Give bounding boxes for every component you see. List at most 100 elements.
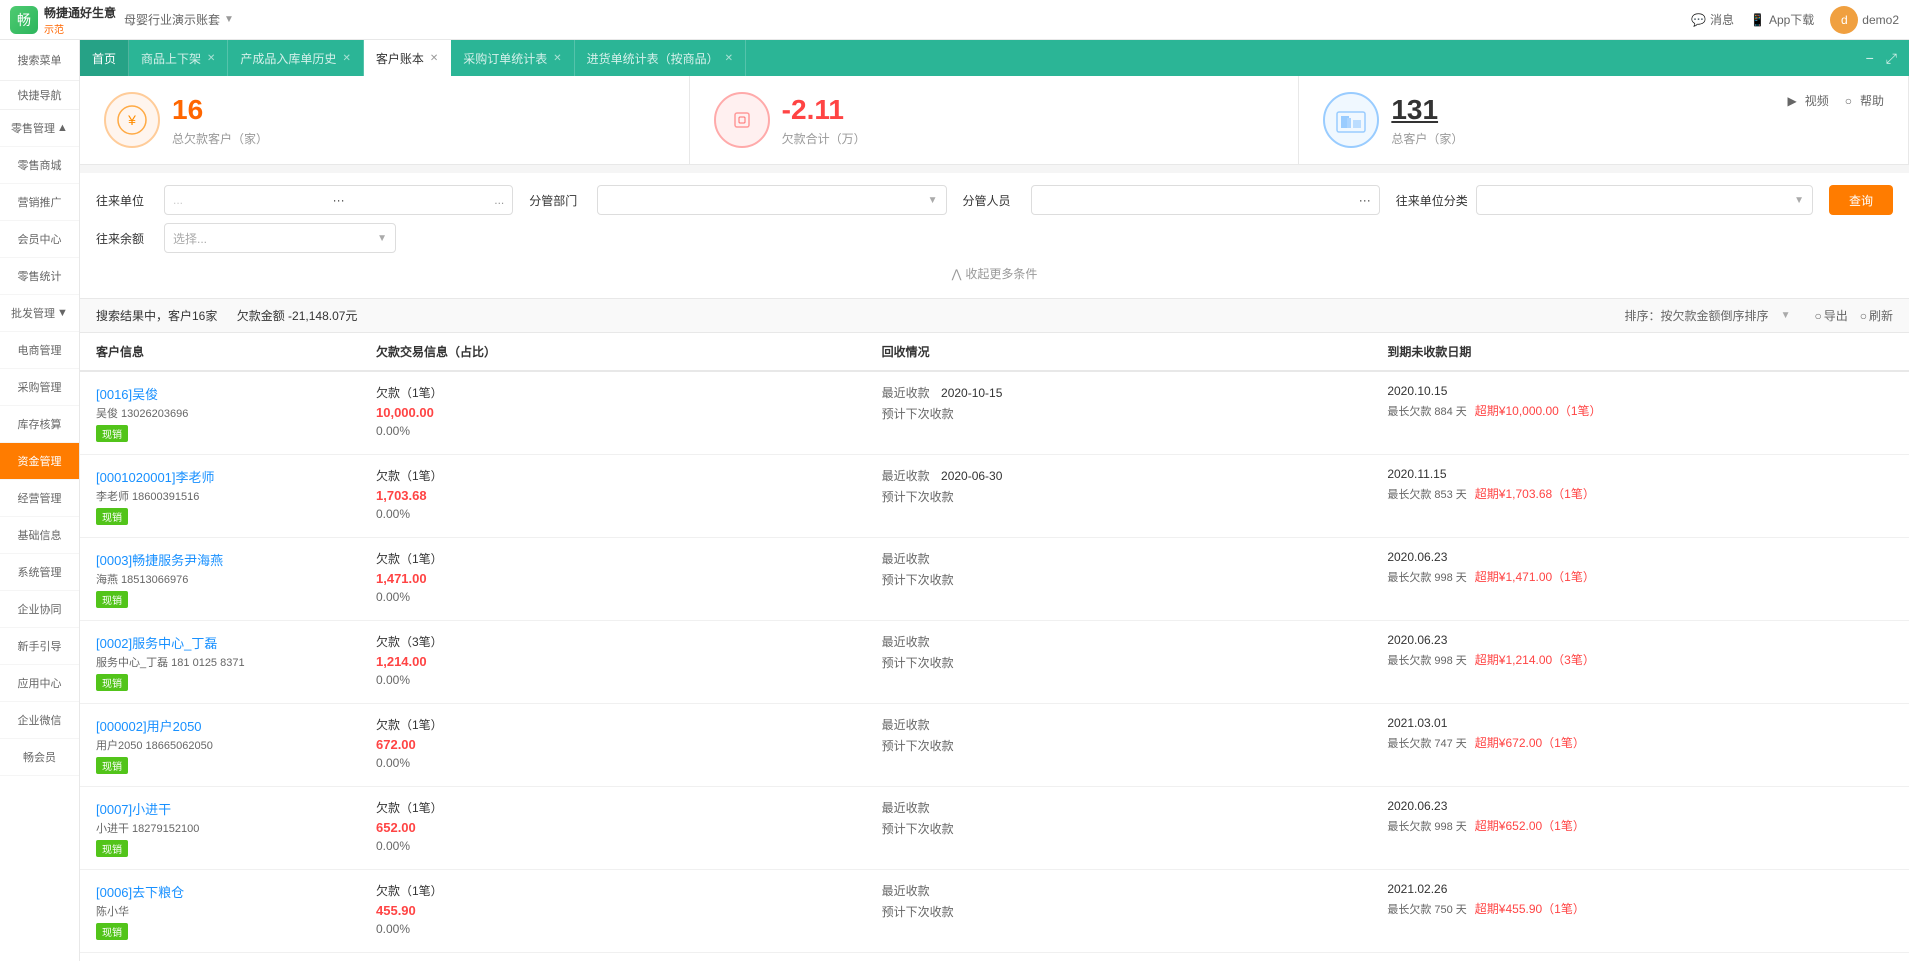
sidebar-item-retail-stats[interactable]: 零售统计 — [0, 258, 79, 295]
filter-unit-category: 往来单位分类 ▼ — [1396, 185, 1813, 215]
tab-purchase-stats-product[interactable]: 进货单统计表（按商品） ✕ — [575, 40, 746, 76]
sidebar-item-app-center[interactable]: 应用中心 — [0, 665, 79, 702]
customer-name-0[interactable]: [0016]吴俊 — [96, 384, 376, 403]
col-header-debt-info: 欠款交易信息（占比） — [376, 343, 882, 360]
sidebar-item-system[interactable]: 系统管理 — [0, 554, 79, 591]
customer-name-3[interactable]: [0002]服务中心_丁磊 — [96, 633, 376, 652]
tab-home[interactable]: 首页 — [80, 40, 129, 76]
sidebar-search-area: 搜索菜单 — [0, 40, 79, 81]
customer-name-2[interactable]: [0003]畅捷服务尹海燕 — [96, 550, 376, 569]
sidebar-item-label: 新手引导 — [18, 641, 62, 653]
balance-select[interactable]: 选择... ▼ — [164, 223, 396, 253]
last-collect-date-1: 2020-06-30 — [941, 469, 1002, 483]
sidebar-quick-nav[interactable]: 快捷导航 — [0, 81, 79, 110]
debt-label-0: 欠款（1笔） — [376, 384, 882, 401]
overdue-link-1[interactable]: 超期¥1,703.68（1笔） — [1475, 485, 1595, 502]
debt-amount-1[interactable]: 1,703.68 — [376, 488, 882, 503]
customer-name-1[interactable]: [0001020001]李老师 — [96, 467, 376, 486]
last-collect-label-6: 最近收款 — [882, 882, 1388, 899]
sidebar-item-collaboration[interactable]: 企业协同 — [0, 591, 79, 628]
collect-info-4: 最近收款 预计下次收款 — [882, 716, 1388, 754]
customer-name-5[interactable]: [0007]小进干 — [96, 799, 376, 818]
dept-select[interactable]: ▼ — [597, 185, 946, 215]
overdue-link-2[interactable]: 超期¥1,471.00（1笔） — [1475, 568, 1595, 585]
debt-percent-3: 0.00% — [376, 673, 882, 687]
due-date-3: 2020.06.23 — [1387, 633, 1893, 647]
tab-close-icon[interactable]: ✕ — [725, 53, 733, 64]
message-button[interactable]: 💬 消息 — [1691, 11, 1734, 28]
source-unit-input[interactable]: ... ··· — [164, 185, 513, 215]
stat-total-customers-label: 总客户（家） — [1391, 130, 1463, 147]
tab-product-history[interactable]: 产成品入库单历史 ✕ — [228, 40, 363, 76]
stat-debt-customers-label: 总欠款客户（家） — [172, 130, 268, 147]
sidebar-search-button[interactable]: 搜索菜单 — [4, 48, 75, 72]
sort-arrow-icon: ▼ — [1781, 310, 1791, 321]
overdue-link-6[interactable]: 超期¥455.90（1笔） — [1475, 900, 1585, 917]
due-date-info-0: 2020.10.15 最长欠款 884 天 超期¥10,000.00（1笔） — [1387, 384, 1893, 419]
debt-amount-3[interactable]: 1,214.00 — [376, 654, 882, 669]
customer-contact-5: 小进干 18279152100 — [96, 820, 376, 836]
tab-product-listing[interactable]: 商品上下架 ✕ — [129, 40, 228, 76]
table-row: [0006]去下粮仓 陈小华 现销 欠款（1笔） 455.90 0.00% 最近… — [80, 870, 1909, 953]
overdue-link-0[interactable]: 超期¥10,000.00（1笔） — [1475, 402, 1602, 419]
debt-amount-5[interactable]: 652.00 — [376, 820, 882, 835]
overdue-link-4[interactable]: 超期¥672.00（1笔） — [1475, 734, 1585, 751]
video-label[interactable]: 视频 — [1805, 92, 1829, 109]
sidebar-item-enterprise-wechat[interactable]: 企业微信 — [0, 702, 79, 739]
sidebar-item-retail-mall[interactable]: 零售商城 — [0, 147, 79, 184]
debt-label-2: 欠款（1笔） — [376, 550, 882, 567]
sidebar-item-retail-management[interactable]: 零售管理 ▲ — [0, 110, 79, 147]
app-download-button[interactable]: 📱 App下载 — [1750, 11, 1814, 28]
sidebar-item-operations[interactable]: 经营管理 — [0, 480, 79, 517]
app-logo-icon: 畅 — [10, 6, 38, 34]
debt-amount-0[interactable]: 10,000.00 — [376, 405, 882, 420]
user-menu[interactable]: d demo2 — [1830, 6, 1899, 34]
customer-name-6[interactable]: [0006]去下粮仓 — [96, 882, 376, 901]
person-input[interactable]: ··· — [1031, 185, 1380, 215]
sidebar-item-members[interactable]: 会员中心 — [0, 221, 79, 258]
tab-minimize-icon[interactable]: − — [1862, 48, 1878, 68]
company-selector[interactable]: 母婴行业演示账套 ▼ — [124, 11, 234, 28]
debt-info-3: 欠款（3笔） 1,214.00 0.00% — [376, 633, 882, 687]
main-content: ¥ 16 总欠款客户（家） — [80, 76, 1909, 961]
stat-top-actions: ▶ 视频 ○ 帮助 — [1788, 92, 1885, 109]
debt-amount-4[interactable]: 672.00 — [376, 737, 882, 752]
sidebar-item-ecommerce[interactable]: 电商管理 — [0, 332, 79, 369]
next-collect-3: 预计下次收款 — [882, 654, 1388, 671]
last-collect-1: 最近收款 — [882, 469, 930, 483]
sidebar-arrow-icon: ▼ — [57, 307, 68, 319]
sidebar-item-wholesale[interactable]: 批发管理 ▼ — [0, 295, 79, 332]
tab-close-icon[interactable]: ✕ — [430, 53, 438, 64]
sidebar-item-finance[interactable]: 资金管理 — [0, 443, 79, 480]
debt-amount-2[interactable]: 1,471.00 — [376, 571, 882, 586]
sidebar-item-guide[interactable]: 新手引导 — [0, 628, 79, 665]
export-button[interactable]: ○ 导出 — [1814, 307, 1847, 324]
debt-amount-6[interactable]: 455.90 — [376, 903, 882, 918]
unit-category-select[interactable]: ▼ — [1476, 185, 1813, 215]
user-avatar: d — [1830, 6, 1858, 34]
overdue-link-3[interactable]: 超期¥1,214.00（3笔） — [1475, 651, 1595, 668]
search-button[interactable]: 查询 — [1829, 185, 1893, 215]
collapse-more-button[interactable]: ⋀ 收起更多条件 — [96, 261, 1893, 286]
last-collect-date-0: 2020-10-15 — [941, 386, 1002, 400]
help-label[interactable]: 帮助 — [1860, 92, 1884, 109]
tab-close-icon[interactable]: ✕ — [553, 53, 561, 64]
refresh-button[interactable]: ○ 刷新 — [1860, 307, 1893, 324]
tab-close-icon[interactable]: ✕ — [207, 53, 215, 64]
tab-close-icon[interactable]: ✕ — [342, 53, 350, 64]
sidebar-item-marketing[interactable]: 营销推广 — [0, 184, 79, 221]
overdue-link-5[interactable]: 超期¥652.00（1笔） — [1475, 817, 1585, 834]
sidebar-item-member-app[interactable]: 畅会员 — [0, 739, 79, 776]
sidebar-item-basic-info[interactable]: 基础信息 — [0, 517, 79, 554]
tab-maximize-icon[interactable]: ⤢ — [1882, 48, 1901, 69]
sidebar-arrow-icon: ▲ — [57, 122, 68, 134]
sidebar-item-label: 经营管理 — [18, 493, 62, 505]
sidebar-item-purchase[interactable]: 采购管理 — [0, 369, 79, 406]
sort-label[interactable]: 排序：按欠款金额倒序排序 — [1625, 307, 1769, 324]
tab-customer-account[interactable]: 客户账本 ✕ — [364, 40, 451, 76]
tab-purchase-order-stats[interactable]: 采购订单统计表 ✕ — [451, 40, 574, 76]
sidebar-item-inventory[interactable]: 库存核算 — [0, 406, 79, 443]
col-header-collect: 回收情况 — [882, 343, 1388, 360]
customer-name-4[interactable]: [000002]用户2050 — [96, 716, 376, 735]
customer-tag-2: 现销 — [96, 591, 128, 608]
